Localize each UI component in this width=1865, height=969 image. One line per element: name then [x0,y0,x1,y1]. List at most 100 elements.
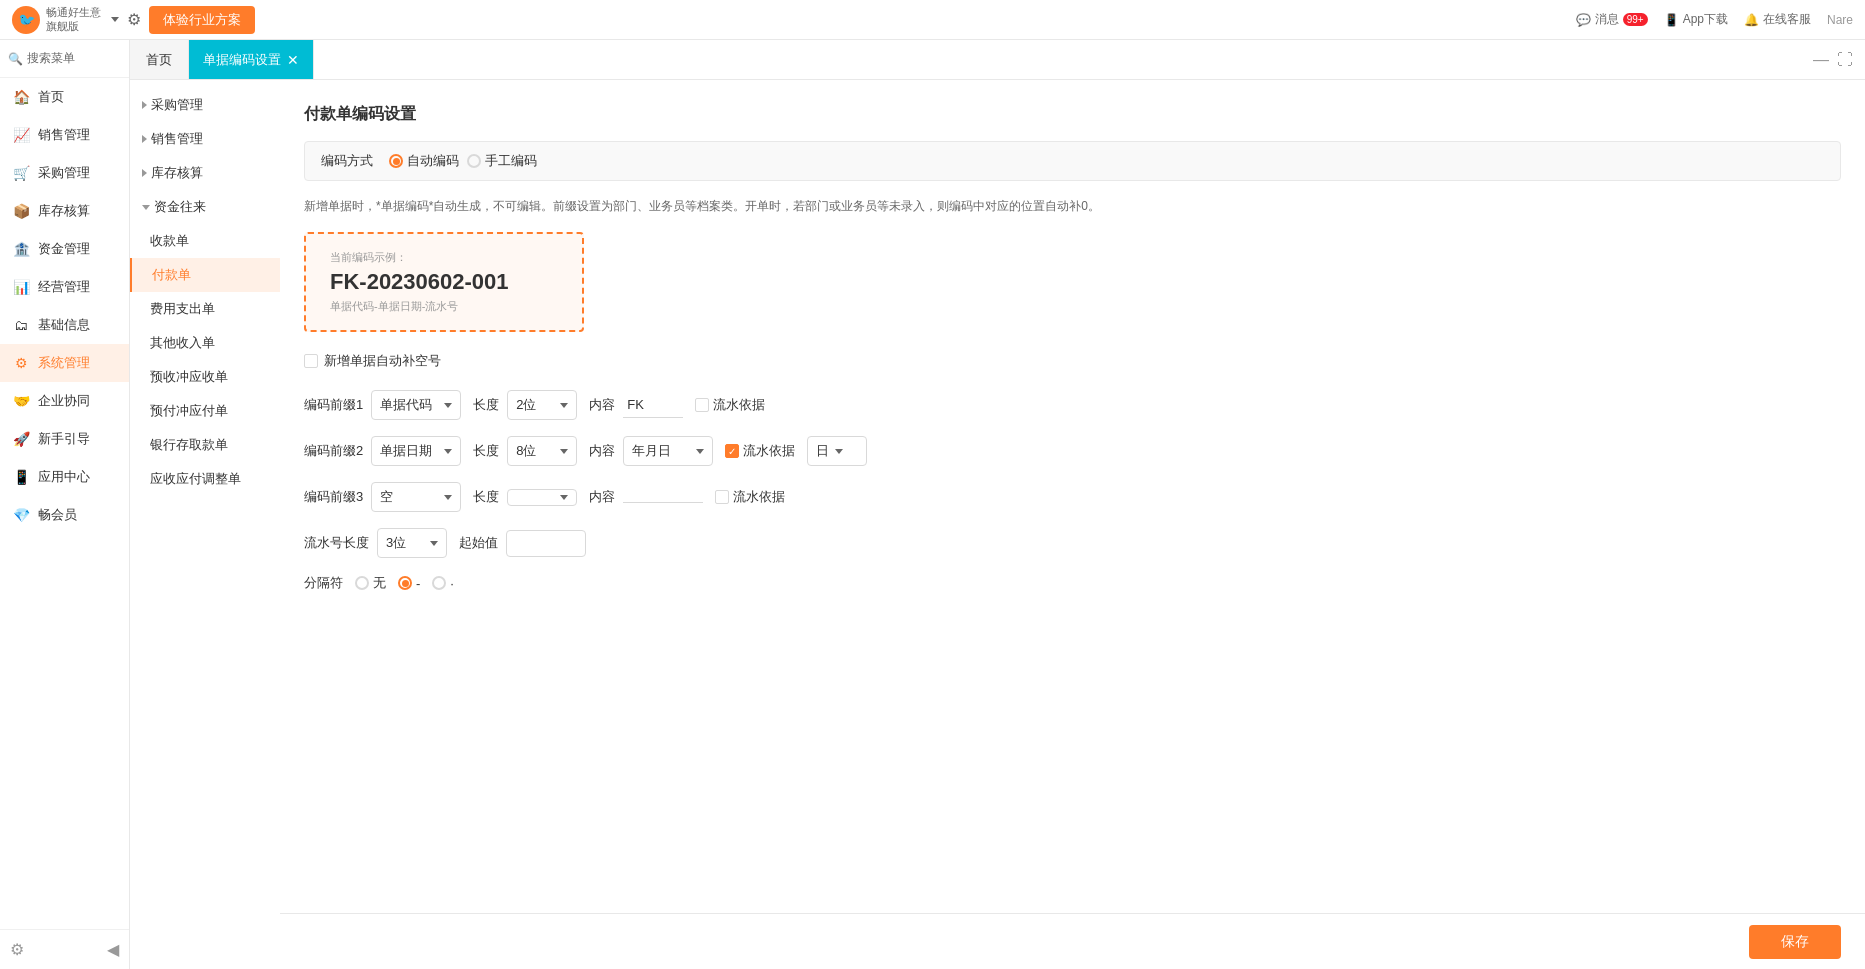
form-content: 付款单编码设置 编码方式 自动编码 [280,80,1865,913]
length2-label: 长度 [473,442,499,460]
sidebar-item-operation[interactable]: 📊 经营管理 [0,268,129,306]
content1-label: 内容 [589,396,615,414]
operation-icon: 📊 [12,278,30,296]
app-download-btn[interactable]: 📱 App下载 [1664,11,1728,28]
messages-btn[interactable]: 💬 消息 99+ [1576,11,1648,28]
prefix2-label: 编码前缀2 [304,442,363,460]
serial1-checkbox[interactable] [695,398,709,412]
separator-dash-inner [402,580,409,587]
serial-start-label: 起始值 [459,534,498,552]
prefix2-chevron [444,449,452,454]
length3-select[interactable] [507,489,577,506]
subnav-prepay-pay[interactable]: 预付冲应付单 [130,394,280,428]
auto-fill-checkbox[interactable] [304,354,318,368]
sidebar-item-system[interactable]: ⚙ 系统管理 [0,344,129,382]
serial3-checkbox[interactable] [715,490,729,504]
subnav-group-title-inventory[interactable]: 库存核算 [130,156,280,190]
bottom-bar: 保存 [280,913,1865,969]
sidebar-item-finance[interactable]: 🏦 资金管理 [0,230,129,268]
brand-icon: 🐦 [12,6,40,34]
inventory-icon: 📦 [12,202,30,220]
serial-start-input[interactable]: 1 [506,530,586,557]
online-service-btn[interactable]: 🔔 在线客服 [1744,11,1811,28]
sidebar-item-purchase[interactable]: 🛒 采购管理 [0,154,129,192]
separator-underscore[interactable]: · [432,576,454,591]
message-badge: 99+ [1623,13,1648,26]
serial2-checkbox[interactable]: ✓ [725,444,739,458]
subnav-prepay-receive[interactable]: 预收冲应收单 [130,360,280,394]
basic-icon: 🗂 [12,316,30,334]
prefix1-chevron [444,403,452,408]
tab-home[interactable]: 首页 [130,40,189,79]
top-bar-right: 💬 消息 99+ 📱 App下载 🔔 在线客服 Nare [1576,11,1853,28]
subnav-expense[interactable]: 费用支出单 [130,292,280,326]
form-row-3: 编码前缀3 空 长度 [304,482,1841,512]
sidebar-item-member[interactable]: 💎 畅会员 [0,496,129,534]
serial-length-group: 流水号长度 3位 [304,528,447,558]
subnav-group-sales: 销售管理 [130,122,280,156]
serial3-group: 流水依据 [715,488,785,506]
sidebar-item-basic[interactable]: 🗂 基础信息 [0,306,129,344]
collapse-icon[interactable]: ◀ [107,940,119,959]
radio-auto-inner [393,158,400,165]
tab-maximize-icon[interactable]: ⛶ [1837,51,1853,69]
search-icon: 🔍 [8,52,23,66]
expand-icon[interactable] [111,17,119,22]
content2-chevron [696,449,704,454]
subnav-group-title-sales[interactable]: 销售管理 [130,122,280,156]
separator-dash[interactable]: - [398,576,420,591]
content1-value: FK [623,392,683,418]
separator-none[interactable]: 无 [355,574,386,592]
settings-icon[interactable]: ⚙ [127,10,141,29]
tab-minimize-icon[interactable]: — [1813,51,1829,69]
member-icon: 💎 [12,506,30,524]
radio-manual[interactable]: 手工编码 [467,152,537,170]
code-preview-box: 当前编码示例： FK-20230602-001 单据代码-单据日期-流水号 [304,232,584,332]
sidebar-item-inventory[interactable]: 📦 库存核算 [0,192,129,230]
length1-label: 长度 [473,396,499,414]
system-icon: ⚙ [12,354,30,372]
prefix3-label: 编码前缀3 [304,488,363,506]
day-select[interactable]: 日 [807,436,867,466]
sidebar-item-home[interactable]: 🏠 首页 [0,78,129,116]
length2-select[interactable]: 8位 [507,436,577,466]
separator-underscore-circle [432,576,446,590]
subnav-group-inventory: 库存核算 [130,156,280,190]
length1-select[interactable]: 2位 [507,390,577,420]
subnav-adjust[interactable]: 应收应付调整单 [130,462,280,496]
sidebar-item-enterprise[interactable]: 🤝 企业协同 [0,382,129,420]
subnav-other-income[interactable]: 其他收入单 [130,326,280,360]
prefix1-select[interactable]: 单据代码 [371,390,461,420]
prefix3-select[interactable]: 空 [371,482,461,512]
user-name[interactable]: Nare [1827,13,1853,27]
chevron-right-icon-sales [142,135,147,143]
home-icon: 🏠 [12,88,30,106]
length2-chevron [560,449,568,454]
serial-start-group: 起始值 1 [459,530,586,557]
save-button[interactable]: 保存 [1749,925,1841,959]
main-layout: 🔍 搜索菜单 🏠 首页 📈 销售管理 🛒 采购管理 📦 库存核算 🏦 [0,40,1865,969]
subnav-bank-deposit[interactable]: 银行存取款单 [130,428,280,462]
message-icon: 💬 [1576,13,1591,27]
radio-auto[interactable]: 自动编码 [389,152,459,170]
sidebar-item-sales[interactable]: 📈 销售管理 [0,116,129,154]
sidebar-item-newguide[interactable]: 🚀 新手引导 [0,420,129,458]
subnav-group-title-finance[interactable]: 资金往来 [130,190,280,224]
content3-value [623,492,703,503]
prefix1-label: 编码前缀1 [304,396,363,414]
sidebar-search[interactable]: 🔍 搜索菜单 [0,40,129,78]
content-area: 首页 单据编码设置 ✕ — ⛶ 采购管理 [130,40,1865,969]
sidebar-item-appcenter[interactable]: 📱 应用中心 [0,458,129,496]
tab-code-settings[interactable]: 单据编码设置 ✕ [189,40,314,79]
subnav-receipt[interactable]: 收款单 [130,224,280,258]
serial-length-select[interactable]: 3位 [377,528,447,558]
page-title: 付款单编码设置 [304,104,1841,125]
subnav-group-purchase: 采购管理 [130,88,280,122]
subnav-group-title-purchase[interactable]: 采购管理 [130,88,280,122]
industry-btn[interactable]: 体验行业方案 [149,6,255,34]
settings-bottom-icon[interactable]: ⚙ [10,940,24,959]
content2-select[interactable]: 年月日 [623,436,713,466]
subnav-payment[interactable]: 付款单 [130,258,280,292]
tab-close-icon[interactable]: ✕ [287,52,299,68]
prefix2-select[interactable]: 单据日期 [371,436,461,466]
